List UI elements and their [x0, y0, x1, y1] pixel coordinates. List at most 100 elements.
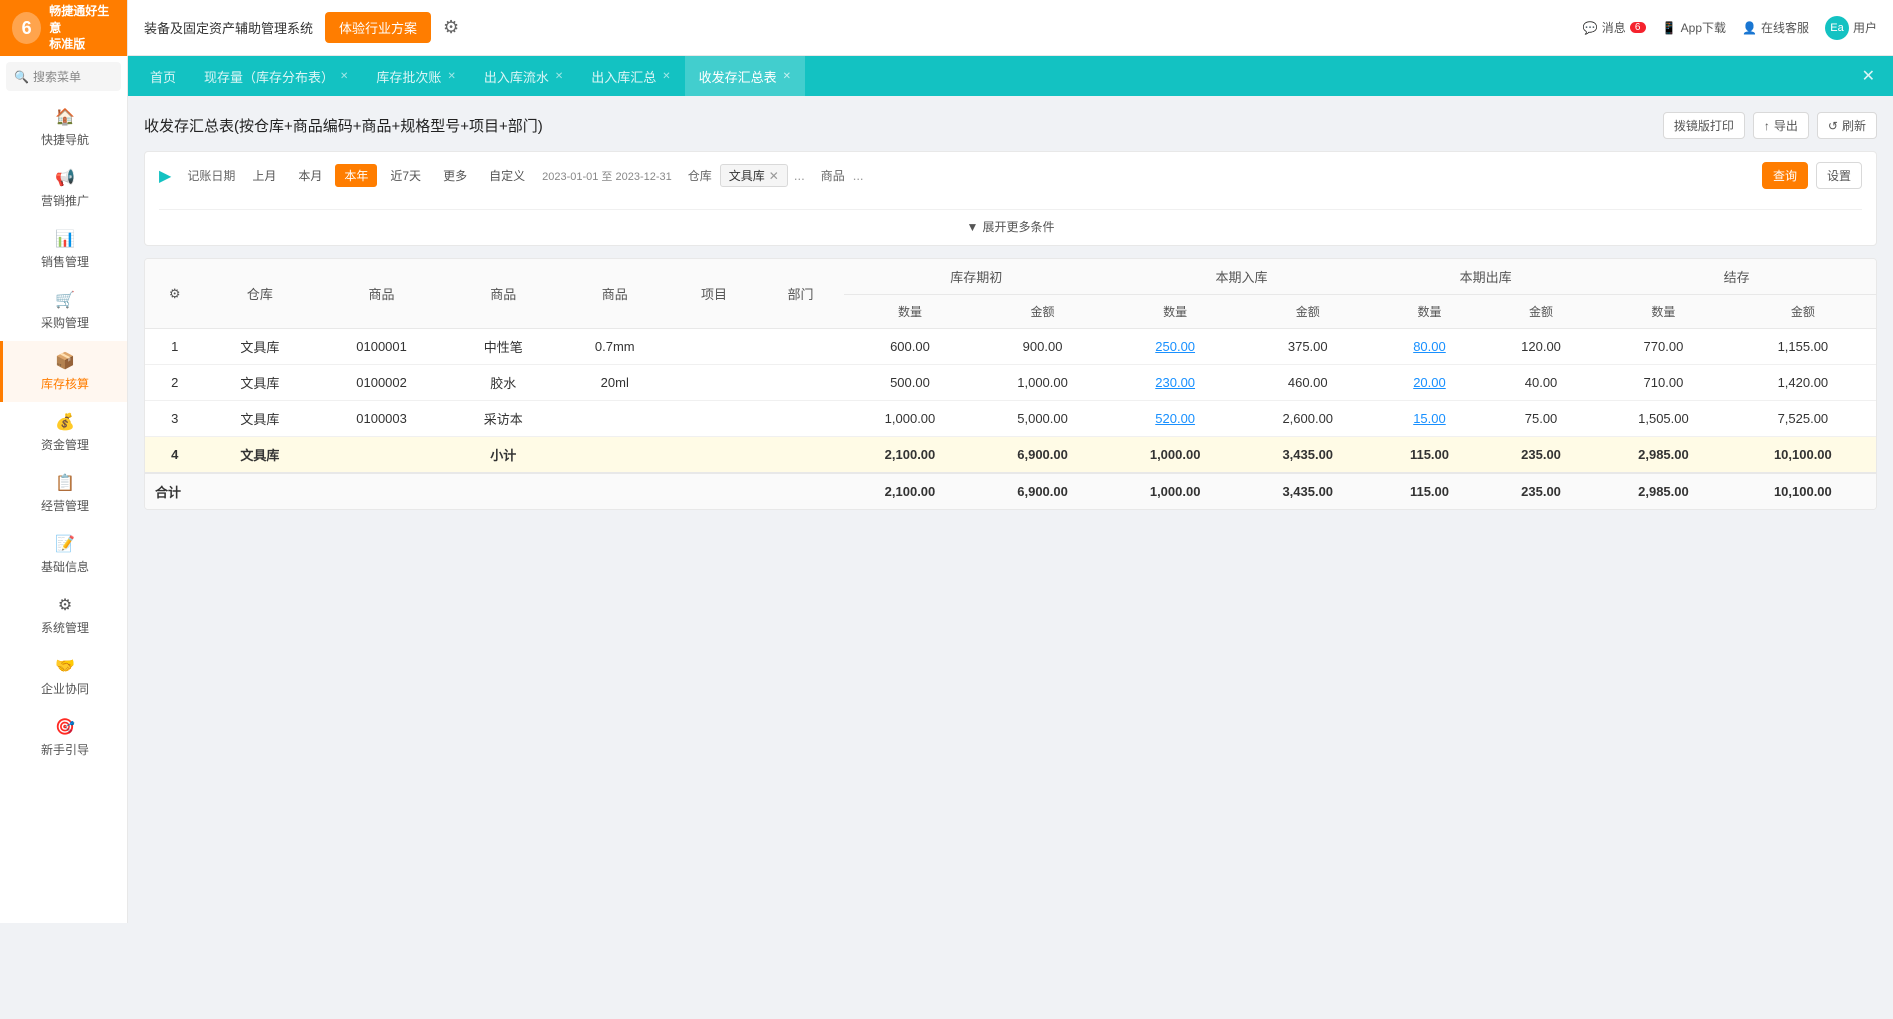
- filter-toggle-icon[interactable]: ▶: [159, 166, 171, 186]
- sidebar-item-sales[interactable]: 📊 销售管理: [0, 219, 127, 280]
- col-in-header: 本期入库: [1109, 259, 1374, 295]
- system-title: 装备及固定资产辅助管理系统: [144, 18, 313, 37]
- footer-in-qty: 1,000.00: [1109, 473, 1242, 509]
- sidebar-item-operations[interactable]: 📋 经营管理: [0, 463, 127, 524]
- settings-button[interactable]: 设置: [1816, 162, 1862, 189]
- tab-recv-send[interactable]: 收发存汇总表 ✕: [685, 56, 805, 96]
- date-btn-custom[interactable]: 自定义: [480, 164, 534, 187]
- tab-close-batch[interactable]: ✕: [447, 71, 455, 82]
- row-goods-name: 小计: [448, 437, 559, 474]
- app-download-button[interactable]: 📱 App下载: [1662, 19, 1726, 36]
- user-avatar: Ea: [1825, 16, 1849, 40]
- expand-conditions-button[interactable]: ▼ 展开更多条件: [159, 209, 1862, 235]
- settings-gear-icon[interactable]: ⚙: [443, 17, 459, 38]
- export-button[interactable]: ↑ 导出: [1753, 112, 1809, 139]
- tab-close-flow[interactable]: ✕: [555, 71, 563, 82]
- topbar: 装备及固定资产辅助管理系统 体验行业方案 ⚙ 💬 消息 6 📱 App下载 👤 …: [128, 0, 1893, 56]
- sidebar-item-marketing[interactable]: 📢 营销推广: [0, 158, 127, 219]
- sidebar-item-quick-nav[interactable]: 🏠 快捷导航: [0, 97, 127, 158]
- warehouse-tag-close[interactable]: ✕: [769, 169, 779, 183]
- sidebar-item-inventory[interactable]: 📦 库存核算: [0, 341, 127, 402]
- download-icon: 📱: [1662, 21, 1677, 35]
- sidebar-item-basic-info[interactable]: 📝 基础信息: [0, 524, 127, 585]
- row-goods-code: 0100001: [315, 329, 448, 365]
- date-filter-group: 记账日期 上月 本月 本年 近7天 更多 自定义 2023-01-01 至 20…: [187, 164, 671, 187]
- row-out-qty-link[interactable]: 20.00: [1413, 375, 1446, 390]
- online-service-button[interactable]: 👤 在线客服: [1742, 19, 1809, 36]
- sidebar-item-guide[interactable]: 🎯 新手引导: [0, 707, 127, 768]
- col-goods-code-header: 商品: [315, 259, 448, 329]
- tab-close-stock-dist[interactable]: ✕: [340, 71, 348, 82]
- row-in-qty-link[interactable]: 250.00: [1155, 339, 1195, 354]
- goods-ellipsis[interactable]: ...: [853, 168, 864, 183]
- warehouse-tag[interactable]: 文具库 ✕: [720, 164, 788, 187]
- table-row: 4文具库小计2,100.006,900.001,000.003,435.0011…: [145, 437, 1876, 474]
- table-row: 2文具库0100002胶水20ml500.001,000.00230.00460…: [145, 365, 1876, 401]
- tab-summary[interactable]: 出入库汇总 ✕: [577, 56, 684, 96]
- row-goods-spec: 20ml: [559, 365, 671, 401]
- warehouse-filter-label: 仓库: [688, 167, 712, 184]
- search-menu[interactable]: 🔍 搜索菜单: [6, 62, 121, 91]
- footer-out-qty: 115.00: [1374, 473, 1485, 509]
- row-open-qty: 500.00: [844, 365, 977, 401]
- row-in-qty-link[interactable]: 520.00: [1155, 411, 1195, 426]
- row-out-amt: 235.00: [1485, 437, 1597, 474]
- query-button[interactable]: 查询: [1762, 162, 1808, 189]
- tab-batch[interactable]: 库存批次账 ✕: [362, 56, 469, 96]
- date-btn-7days[interactable]: 近7天: [381, 164, 430, 187]
- tab-home[interactable]: 首页: [136, 56, 190, 96]
- sidebar-item-enterprise[interactable]: 🤝 企业协同: [0, 646, 127, 707]
- row-close-amt: 1,155.00: [1730, 329, 1876, 365]
- basic-info-icon: 📝: [55, 534, 75, 554]
- row-out-qty-link[interactable]: 80.00: [1413, 339, 1446, 354]
- warehouse-ellipsis[interactable]: ...: [794, 168, 805, 183]
- row-out-qty[interactable]: 80.00: [1374, 329, 1485, 365]
- experience-button[interactable]: 体验行业方案: [325, 12, 431, 43]
- tab-flow[interactable]: 出入库流水 ✕: [470, 56, 577, 96]
- footer-row: 合计 2,100.00 6,900.00 1,000.00 3,435.00 1…: [145, 473, 1876, 509]
- row-in-qty[interactable]: 520.00: [1109, 401, 1242, 437]
- col-settings[interactable]: ⚙: [145, 259, 204, 329]
- col-goods-name-header: 商品: [448, 259, 559, 329]
- guide-icon: 🎯: [55, 717, 75, 737]
- date-btn-this-month[interactable]: 本月: [289, 164, 331, 187]
- tab-stock-dist[interactable]: 现存量（库存分布表） ✕: [190, 56, 362, 96]
- row-in-qty[interactable]: 230.00: [1109, 365, 1242, 401]
- row-goods-spec: [559, 437, 671, 474]
- export-icon: ↑: [1764, 119, 1770, 133]
- tab-close-recv-send[interactable]: ✕: [783, 71, 791, 82]
- sidebar: 6 畅捷通好生意 标准版 🔍 搜索菜单 🏠 快捷导航 📢 营销推广 📊 销售管理…: [0, 0, 128, 923]
- row-out-qty[interactable]: 20.00: [1374, 365, 1485, 401]
- col-department-header: 部门: [757, 259, 843, 329]
- col-out-qty: 数量: [1374, 295, 1485, 329]
- topbar-actions: 💬 消息 6 📱 App下载 👤 在线客服 Ea 用户: [1583, 16, 1877, 40]
- date-btn-last-month[interactable]: 上月: [243, 164, 285, 187]
- tab-close-summary[interactable]: ✕: [662, 71, 670, 82]
- date-btn-this-year[interactable]: 本年: [335, 164, 377, 187]
- row-goods-code: 0100003: [315, 401, 448, 437]
- row-warehouse: 文具库: [204, 365, 315, 401]
- row-out-qty[interactable]: 15.00: [1374, 401, 1485, 437]
- refresh-button[interactable]: ↺ 刷新: [1817, 112, 1877, 139]
- page-header: 收发存汇总表(按仓库+商品编码+商品+规格型号+项目+部门) 拨镜版打印 ↑ 导…: [144, 112, 1877, 139]
- user-button[interactable]: Ea 用户: [1825, 16, 1877, 40]
- row-out-qty-link[interactable]: 15.00: [1413, 411, 1446, 426]
- sidebar-item-purchase[interactable]: 🛒 采购管理: [0, 280, 127, 341]
- row-serial: 3: [145, 401, 204, 437]
- sidebar-item-finance[interactable]: 💰 资金管理: [0, 402, 127, 463]
- col-opening-header: 库存期初: [844, 259, 1109, 295]
- print-button[interactable]: 拨镜版打印: [1663, 112, 1745, 139]
- tab-close-all-button[interactable]: ✕: [1852, 56, 1885, 96]
- row-goods-name: 中性笔: [448, 329, 559, 365]
- col-close-amt: 金额: [1730, 295, 1876, 329]
- row-in-qty-link[interactable]: 230.00: [1155, 375, 1195, 390]
- date-filter-label: 记账日期: [187, 167, 235, 184]
- date-btn-more[interactable]: 更多: [434, 164, 476, 187]
- row-in-qty[interactable]: 250.00: [1109, 329, 1242, 365]
- row-open-qty: 1,000.00: [844, 401, 977, 437]
- col-goods-spec-header: 商品: [559, 259, 671, 329]
- sidebar-item-system[interactable]: ⚙ 系统管理: [0, 585, 127, 646]
- warehouse-tags: 文具库 ✕ ...: [720, 164, 805, 187]
- table-settings-icon[interactable]: ⚙: [169, 286, 181, 301]
- message-button[interactable]: 💬 消息 6: [1583, 19, 1646, 36]
